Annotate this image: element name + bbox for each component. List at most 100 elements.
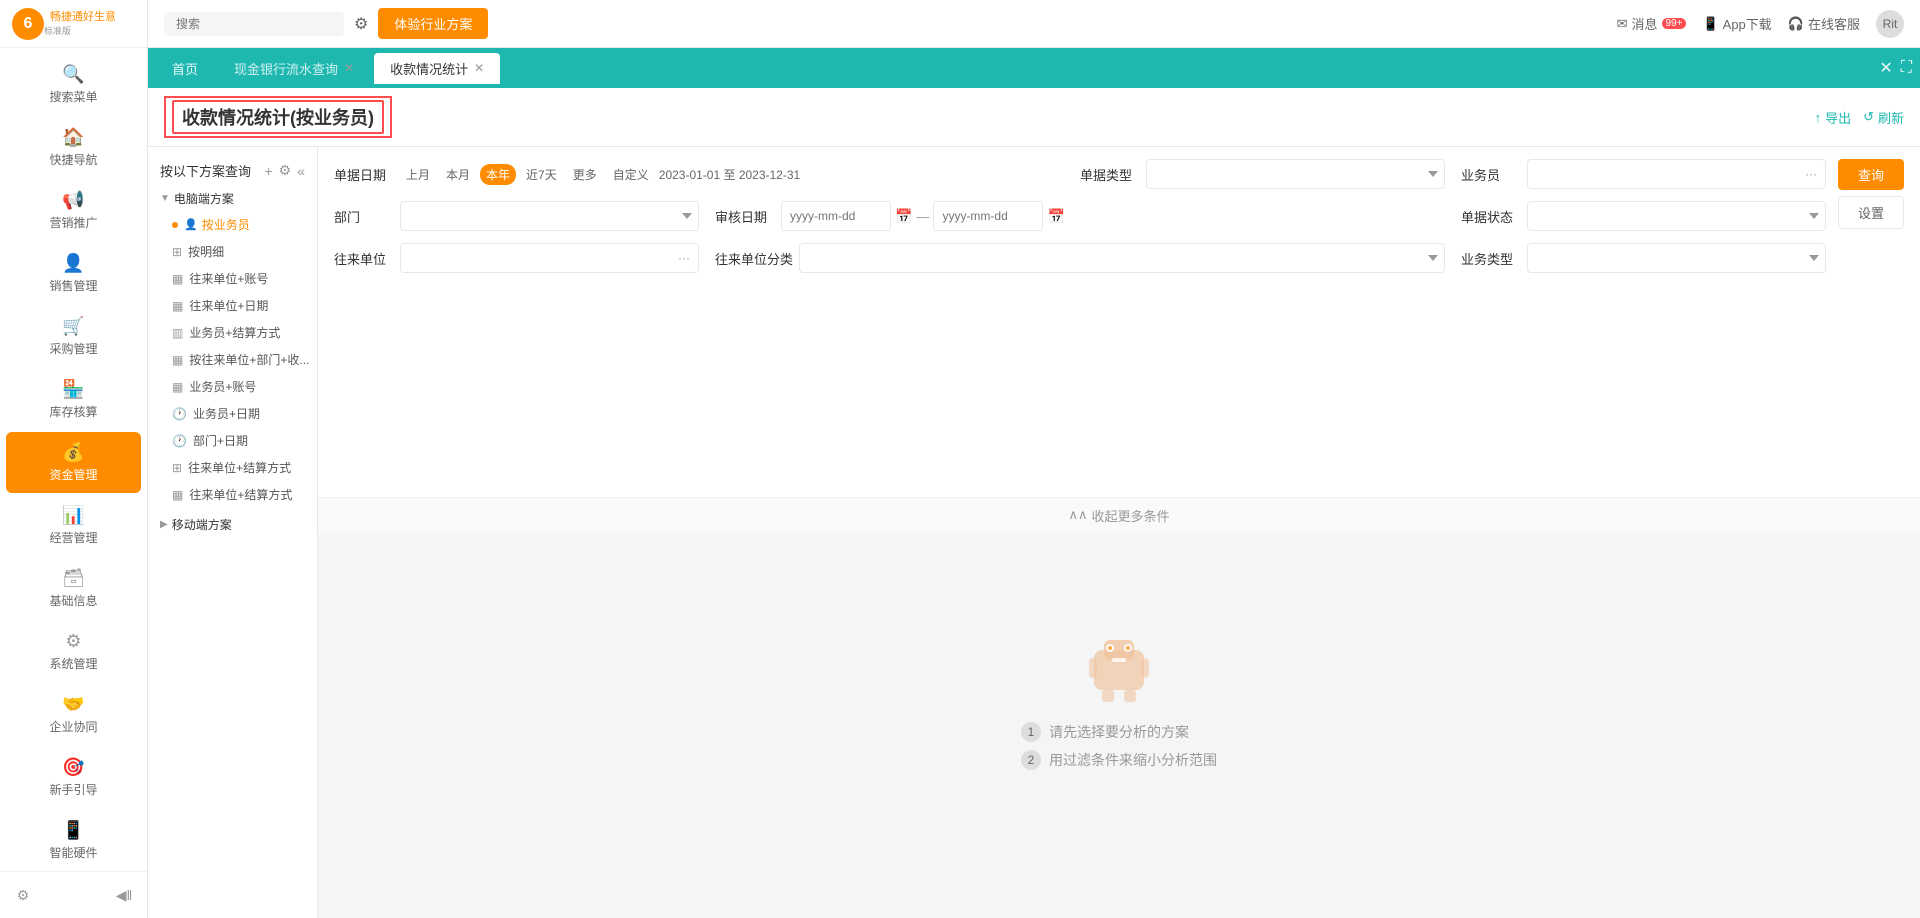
sidebar-item-purchase[interactable]: 🛒 采购管理: [6, 306, 141, 367]
date-quick-buttons: 上月 本月 本年 近7天 更多 自定义 2023-01-01 至 2023-12…: [400, 164, 1064, 185]
scheme-item-label: 往来单位+账号: [189, 270, 268, 287]
scheme-item-unit-settlement1[interactable]: ⊞ 往来单位+结算方式: [148, 454, 317, 481]
logo-icon: 6: [12, 8, 44, 40]
filter-top-row: 单据日期 上月 本月 本年 近7天 更多 自定义: [334, 159, 1904, 285]
date-btn-this-month[interactable]: 本月: [440, 164, 476, 185]
chevron-right-icon: ▶: [160, 519, 168, 530]
partner-label: 往来单位: [334, 249, 394, 268]
sidebar-item-system[interactable]: ⚙ 系统管理: [6, 621, 141, 682]
filter-row-1: 单据日期 上月 本月 本年 近7天 更多 自定义: [334, 159, 1826, 189]
tab-receipt[interactable]: 收款情况统计 ✕: [374, 53, 500, 84]
dept-select[interactable]: [400, 201, 699, 231]
tab-receipt-close[interactable]: ✕: [474, 61, 484, 75]
clock-icon: 🕐: [172, 407, 187, 421]
sidebar-item-operation[interactable]: 📊 经营管理: [6, 495, 141, 556]
partner-category-label: 往来单位分类: [715, 249, 793, 268]
scheme-settings-btn[interactable]: ⚙: [279, 162, 292, 179]
search-input[interactable]: [164, 12, 344, 36]
action-buttons: 查询 设置: [1838, 159, 1904, 229]
voucher-type-select[interactable]: [1146, 159, 1445, 189]
sidebar-item-label: 经营管理: [49, 529, 97, 546]
online-service-btn[interactable]: 🎧 在线客服: [1788, 14, 1860, 33]
sidebar-item-newbie[interactable]: 🎯 新手引导: [6, 747, 141, 808]
scheme-group-desktop-title[interactable]: ▼ 电脑端方案: [148, 186, 317, 211]
sidebar-item-label: 新手引导: [49, 781, 97, 798]
sidebar-item-label: 资金管理: [49, 466, 97, 483]
filter-fields: 单据日期 上月 本月 本年 近7天 更多 自定义: [334, 159, 1826, 285]
empty-state: 1 请先选择要分析的方案 2 用过滤条件来缩小分析范围: [318, 533, 1920, 918]
scheme-item-by-detail[interactable]: ⊞ 按明细: [148, 238, 317, 265]
hardware-icon: 📱: [62, 820, 84, 841]
scheme-item-dept-date[interactable]: 🕐 部门+日期: [148, 427, 317, 454]
scheme-item-unit-dept-receipt[interactable]: ▦ 按往来单位+部门+收...: [148, 346, 317, 373]
partner-input-container[interactable]: ···: [400, 243, 699, 273]
table-icon: ▦: [172, 299, 183, 313]
logo-text: 畅捷通好生意: [50, 10, 116, 24]
scheme-item-salesperson-date[interactable]: 🕐 业务员+日期: [148, 400, 317, 427]
tab-home[interactable]: 首页: [156, 53, 214, 84]
sidebar-item-funds[interactable]: 💰 资金管理: [6, 432, 141, 493]
home-icon: 🏠: [62, 127, 84, 148]
business-type-select[interactable]: [1527, 243, 1826, 273]
date-btn-last-month[interactable]: 上月: [400, 164, 436, 185]
scheme-item-salesperson-account[interactable]: ▦ 业务员+账号: [148, 373, 317, 400]
app-download-icon: 📱: [1702, 16, 1718, 32]
scheme-group-mobile-title[interactable]: ▶ 移动端方案: [148, 512, 317, 537]
filter-partner-item: 往来单位 ···: [334, 243, 699, 273]
voucher-status-select[interactable]: [1527, 201, 1826, 231]
export-button[interactable]: ↑ 导出: [1815, 108, 1852, 127]
calendar-from-icon[interactable]: 📅: [895, 208, 912, 225]
funds-icon: 💰: [62, 442, 84, 463]
user-avatar[interactable]: Rit: [1876, 10, 1904, 38]
online-service-label: 在线客服: [1808, 14, 1860, 33]
footer-collapse-btn[interactable]: ◀‖: [109, 880, 139, 910]
settings-icon[interactable]: ⚙: [354, 14, 368, 34]
review-date-to-input[interactable]: [933, 201, 1043, 231]
tab-fullscreen-btn[interactable]: ⛶: [1901, 59, 1912, 77]
partner-category-select[interactable]: [799, 243, 1445, 273]
export-icon: ↑: [1815, 110, 1822, 125]
tab-bank-close[interactable]: ✕: [344, 61, 354, 75]
scheme-item-salesperson-settlement[interactable]: ▥ 业务员+结算方式: [148, 319, 317, 346]
sidebar-item-search[interactable]: 🔍 搜索菜单: [6, 54, 141, 115]
date-btn-custom[interactable]: 自定义: [607, 164, 655, 185]
footer-settings-btn[interactable]: ⚙: [8, 880, 38, 910]
filter-settings-button[interactable]: 设置: [1838, 196, 1904, 229]
scheme-item-unit-settlement2[interactable]: ▦ 往来单位+结算方式: [148, 481, 317, 508]
date-separator: —: [916, 209, 929, 224]
calendar-to-icon[interactable]: 📅: [1047, 208, 1064, 225]
sidebar-item-hardware[interactable]: 📱 智能硬件: [6, 810, 141, 871]
sidebar-item-sales[interactable]: 👤 销售管理: [6, 243, 141, 304]
grid-icon: ⊞: [172, 245, 182, 259]
review-date-from-input[interactable]: [781, 201, 891, 231]
sidebar-item-marketing[interactable]: 📢 营销推广: [6, 180, 141, 241]
sidebar-item-basic[interactable]: 🗃 基础信息: [6, 558, 141, 619]
date-btn-this-year[interactable]: 本年: [480, 164, 516, 185]
scheme-item-unit-date[interactable]: ▦ 往来单位+日期: [148, 292, 317, 319]
headset-icon: 🎧: [1788, 16, 1804, 32]
refresh-button[interactable]: ↺ 刷新: [1863, 108, 1904, 127]
sidebar-item-inventory[interactable]: 🏪 库存核算: [6, 369, 141, 430]
salesperson-input-container[interactable]: ···: [1527, 159, 1826, 189]
sidebar-item-quicknav[interactable]: 🏠 快捷导航: [6, 117, 141, 178]
empty-hints: 1 请先选择要分析的方案 2 用过滤条件来缩小分析范围: [1021, 722, 1217, 770]
scheme-item-label: 按往来单位+部门+收...: [189, 351, 309, 368]
message-btn[interactable]: ✉ 消息 99+: [1617, 14, 1687, 33]
scheme-collapse-btn[interactable]: «: [297, 163, 305, 179]
scheme-add-btn[interactable]: +: [264, 163, 272, 179]
date-btn-more[interactable]: 更多: [567, 164, 603, 185]
hint-number-2: 2: [1021, 750, 1041, 770]
review-date-inputs: 📅 — 📅: [781, 201, 1065, 231]
query-button[interactable]: 查询: [1838, 159, 1904, 190]
collapse-bar[interactable]: ∧∧ 收起更多条件: [318, 497, 1920, 533]
date-btn-7days[interactable]: 近7天: [520, 164, 563, 185]
tab-bank[interactable]: 现金银行流水查询 ✕: [218, 53, 370, 84]
trial-button[interactable]: 体验行业方案: [378, 8, 488, 39]
filter-date-item: 单据日期 上月 本月 本年 近7天 更多 自定义: [334, 164, 1064, 185]
sidebar-item-enterprise[interactable]: 🤝 企业协同: [6, 684, 141, 745]
scheme-item-by-salesperson[interactable]: 👤 按业务员: [148, 211, 317, 238]
scheme-item-unit-account[interactable]: ▦ 往来单位+账号: [148, 265, 317, 292]
sidebar-item-label: 系统管理: [49, 655, 97, 672]
tab-close-all-btn[interactable]: ✕: [1879, 58, 1892, 78]
app-download-btn[interactable]: 📱 App下载: [1702, 14, 1771, 33]
